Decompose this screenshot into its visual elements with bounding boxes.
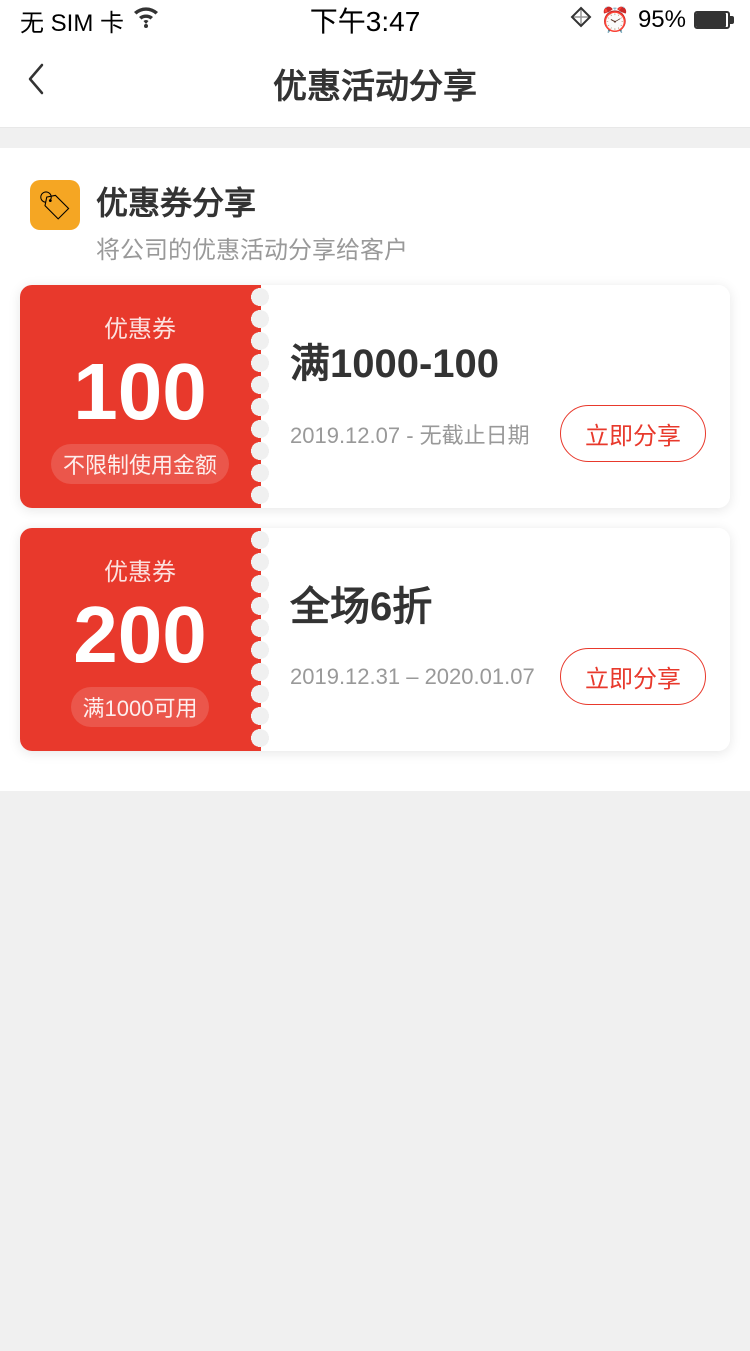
content-background (0, 791, 750, 1351)
coupon-card-1: 优惠券 200 满1000可用 全场6折 2019.12.31 – 2020.0… (20, 528, 730, 751)
coupon-condition-0: 不限制使用金额 (51, 444, 229, 484)
battery-icon (694, 11, 730, 29)
section-icon: 🏷 (30, 180, 80, 230)
share-button-1[interactable]: 立即分享 (560, 648, 706, 705)
section-subtitle: 将公司的优惠活动分享给客户 (96, 230, 408, 265)
coupon-label-0: 优惠券 (104, 309, 176, 344)
share-button-0[interactable]: 立即分享 (560, 405, 706, 462)
coupon-left-1: 优惠券 200 满1000可用 (20, 528, 260, 751)
back-button[interactable] (24, 59, 48, 108)
coupon-list: 优惠券 100 不限制使用金额 满1000-100 2019.12.07 - 无… (0, 285, 750, 791)
coupon-meta-0: 2019.12.07 - 无截止日期 立即分享 (290, 405, 706, 462)
alarm-icon: ⏰ (600, 6, 630, 35)
coupon-card: 优惠券 100 不限制使用金额 满1000-100 2019.12.07 - 无… (20, 285, 730, 508)
page-title: 优惠活动分享 (273, 59, 477, 108)
wifi-icon (132, 6, 160, 35)
status-left: 无 SIM 卡 (20, 3, 160, 38)
coupon-label-1: 优惠券 (104, 552, 176, 587)
coupon-amount-1: 200 (73, 595, 206, 675)
status-right: ⏰ 95% (570, 6, 730, 35)
section-header: 🏷 优惠券分享 将公司的优惠活动分享给客户 (0, 148, 750, 285)
time-display: 下午3:47 (310, 0, 421, 40)
nav-bar: 优惠活动分享 (0, 40, 750, 128)
coupon-condition-1: 满1000可用 (71, 687, 210, 727)
coupon-right-0: 满1000-100 2019.12.07 - 无截止日期 立即分享 (260, 285, 730, 508)
carrier-text: 无 SIM 卡 (20, 3, 124, 38)
coupon-meta-1: 2019.12.31 – 2020.01.07 立即分享 (290, 648, 706, 705)
location-icon (570, 6, 592, 35)
coupon-date-1: 2019.12.31 – 2020.01.07 (290, 664, 548, 690)
coupon-scallop-1 (250, 528, 270, 751)
status-bar: 无 SIM 卡 下午3:47 ⏰ 95% (0, 0, 750, 40)
coupon-amount-0: 100 (73, 352, 206, 432)
battery-percent: 95% (638, 6, 686, 34)
coupon-name-0: 满1000-100 (290, 331, 706, 389)
coupon-name-1: 全场6折 (290, 574, 706, 632)
section-text: 优惠券分享 将公司的优惠活动分享给客户 (96, 178, 408, 265)
coupon-right-1: 全场6折 2019.12.31 – 2020.01.07 立即分享 (260, 528, 730, 751)
section-title: 优惠券分享 (96, 178, 408, 224)
coupon-left-0: 优惠券 100 不限制使用金额 (20, 285, 260, 508)
section-divider (0, 128, 750, 148)
coupon-date-0: 2019.12.07 - 无截止日期 (290, 418, 548, 450)
coupon-scallop-0 (250, 285, 270, 508)
